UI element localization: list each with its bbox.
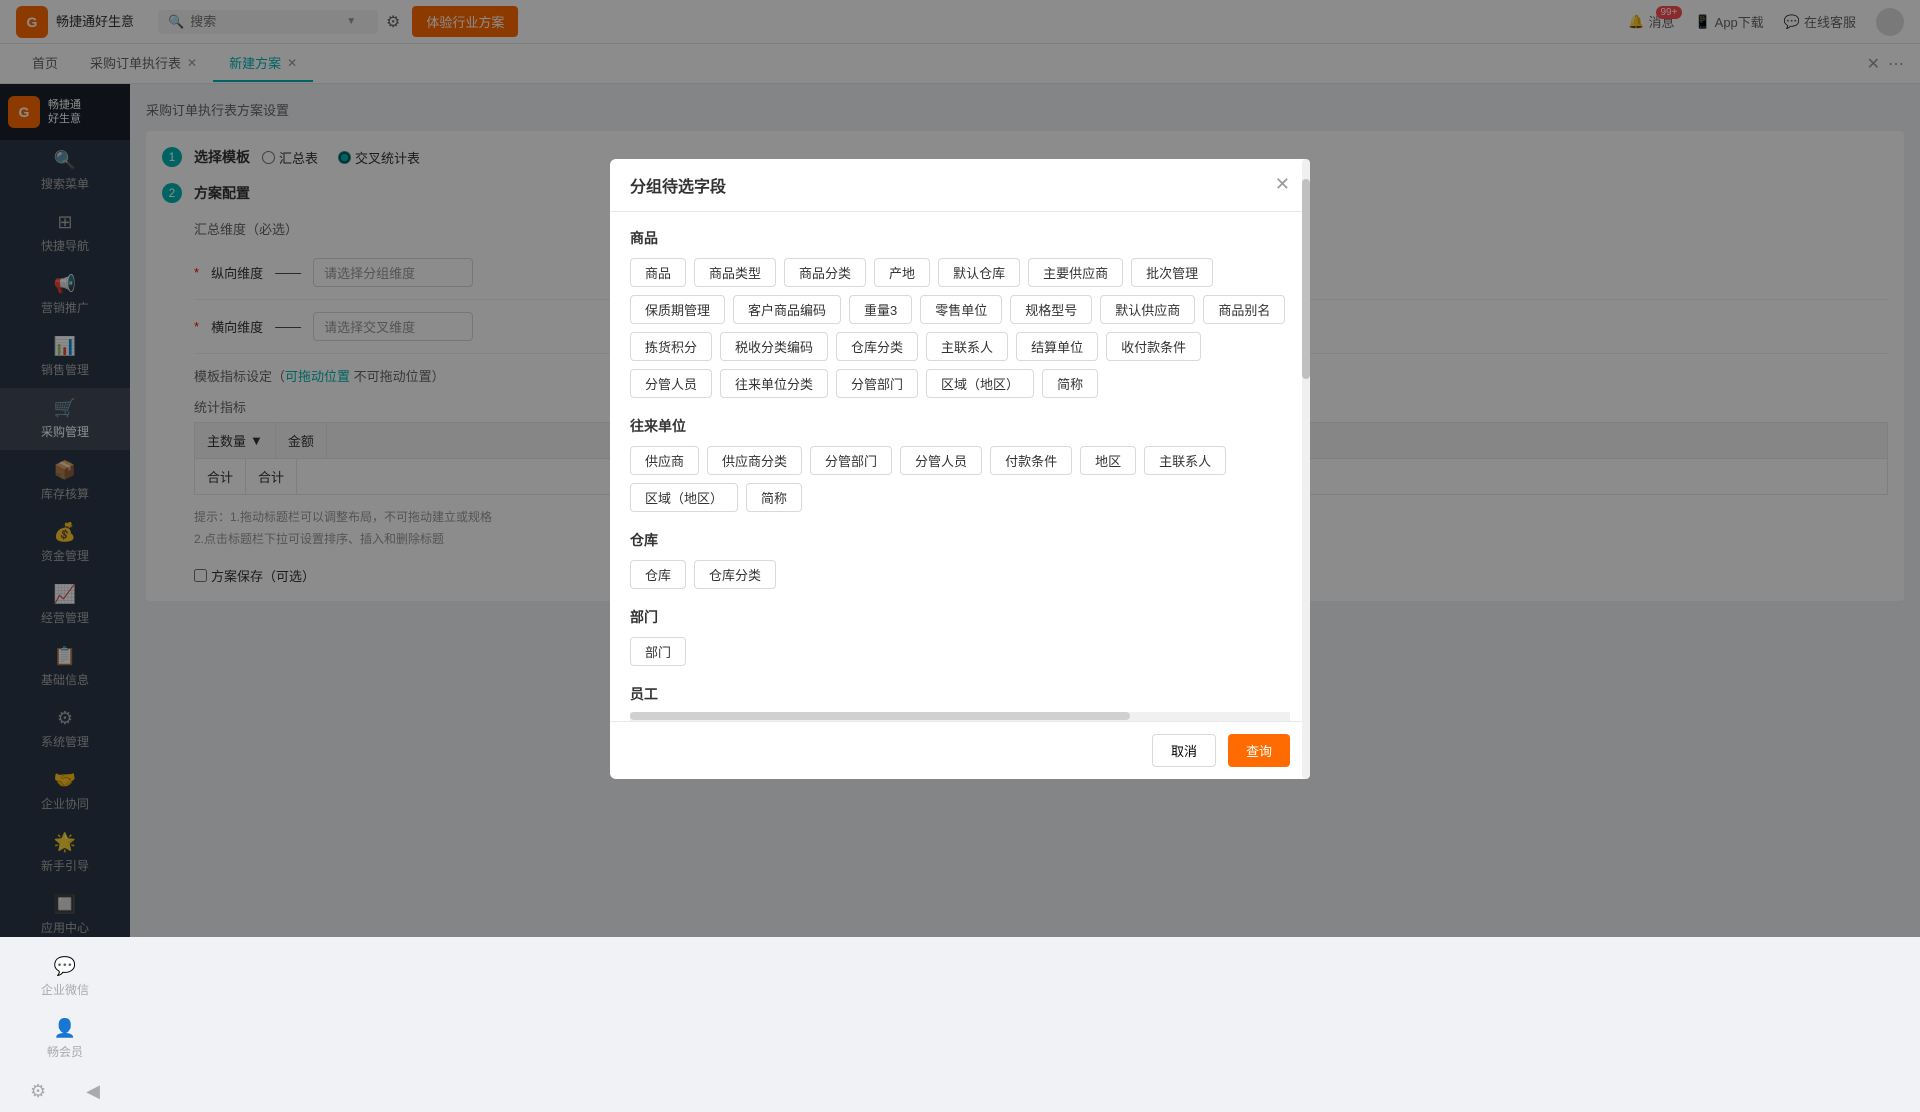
tag-main-supplier[interactable]: 主要供应商 bbox=[1028, 258, 1123, 287]
modal-horizontal-scrollbar-thumb bbox=[630, 712, 1130, 720]
section-dept-title: 部门 bbox=[630, 607, 1290, 627]
tag-tax-code[interactable]: 税收分类编码 bbox=[720, 332, 828, 361]
section-warehouse-tags: 仓库 仓库分类 bbox=[630, 560, 1290, 589]
sidebar-bottom: ⚙ ◀ bbox=[0, 1070, 130, 1112]
section-partner: 往来单位 供应商 供应商分类 分管部门 分管人员 付款条件 地区 主联系人 区域… bbox=[630, 416, 1290, 512]
tag-warehouse-cat[interactable]: 仓库分类 bbox=[694, 560, 776, 589]
tag-payment-condition[interactable]: 付款条件 bbox=[990, 446, 1072, 475]
sidebar-item-wechat-label: 企业微信 bbox=[41, 981, 89, 998]
tag-weight[interactable]: 重量3 bbox=[849, 295, 912, 324]
tag-partner-category[interactable]: 往来单位分类 bbox=[720, 369, 828, 398]
tag-short-name-partner[interactable]: 简称 bbox=[746, 483, 802, 512]
tag-default-warehouse[interactable]: 默认仓库 bbox=[938, 258, 1020, 287]
section-employee: 员工 业务员 bbox=[630, 684, 1290, 712]
modal-close-button[interactable]: ✕ bbox=[1275, 174, 1290, 195]
tag-payment-terms[interactable]: 收付款条件 bbox=[1106, 332, 1201, 361]
tag-goods-category[interactable]: 商品分类 bbox=[784, 258, 866, 287]
tag-pick-points[interactable]: 拣货积分 bbox=[630, 332, 712, 361]
modal-overlay: 分组待选字段 ✕ 商品 商品 商品类型 商品分类 产地 默认仓库 主要供应商 批… bbox=[0, 0, 1920, 937]
modal-header: 分组待选字段 ✕ bbox=[610, 159, 1310, 212]
section-goods: 商品 商品 商品类型 商品分类 产地 默认仓库 主要供应商 批次管理 保质期管理… bbox=[630, 228, 1290, 398]
tag-settlement-unit[interactable]: 结算单位 bbox=[1016, 332, 1098, 361]
sidebar-collapse-icon[interactable]: ◀ bbox=[86, 1081, 100, 1102]
sidebar-item-member-label: 畅会员 bbox=[47, 1043, 83, 1060]
tag-warehouse-category[interactable]: 仓库分类 bbox=[836, 332, 918, 361]
tag-expiry-mgmt[interactable]: 保质期管理 bbox=[630, 295, 725, 324]
modal-horizontal-scrollbar[interactable] bbox=[630, 712, 1290, 721]
tag-origin[interactable]: 产地 bbox=[874, 258, 930, 287]
modal: 分组待选字段 ✕ 商品 商品 商品类型 商品分类 产地 默认仓库 主要供应商 批… bbox=[610, 159, 1310, 779]
tag-region-partner[interactable]: 地区 bbox=[1080, 446, 1136, 475]
sidebar-settings-icon[interactable]: ⚙ bbox=[30, 1081, 46, 1102]
tag-supervisor[interactable]: 分管人员 bbox=[630, 369, 712, 398]
tag-goods-alias[interactable]: 商品别名 bbox=[1203, 295, 1285, 324]
tag-main-contact-partner[interactable]: 主联系人 bbox=[1144, 446, 1226, 475]
wechat-icon: 💬 bbox=[54, 956, 76, 977]
tag-dept-managed[interactable]: 分管部门 bbox=[810, 446, 892, 475]
tag-person-managed[interactable]: 分管人员 bbox=[900, 446, 982, 475]
section-goods-tags: 商品 商品类型 商品分类 产地 默认仓库 主要供应商 批次管理 保质期管理 客户… bbox=[630, 258, 1290, 398]
member-icon: 👤 bbox=[54, 1018, 76, 1039]
sidebar-item-wechat[interactable]: 💬 企业微信 bbox=[0, 946, 130, 1008]
modal-title: 分组待选字段 bbox=[630, 173, 726, 197]
tag-spec-model[interactable]: 规格型号 bbox=[1010, 295, 1092, 324]
section-warehouse: 仓库 仓库 仓库分类 bbox=[630, 530, 1290, 589]
tag-short-name-goods[interactable]: 简称 bbox=[1042, 369, 1098, 398]
tag-dept[interactable]: 部门 bbox=[630, 637, 686, 666]
section-goods-title: 商品 bbox=[630, 228, 1290, 248]
section-partner-title: 往来单位 bbox=[630, 416, 1290, 436]
tag-customer-code[interactable]: 客户商品编码 bbox=[733, 295, 841, 324]
tag-region-goods[interactable]: 区域（地区） bbox=[926, 369, 1034, 398]
modal-footer: 取消 查询 bbox=[610, 721, 1310, 779]
modal-cancel-button[interactable]: 取消 bbox=[1152, 734, 1216, 767]
section-dept: 部门 部门 bbox=[630, 607, 1290, 666]
tag-region-partner2[interactable]: 区域（地区） bbox=[630, 483, 738, 512]
tag-supplier[interactable]: 供应商 bbox=[630, 446, 699, 475]
sidebar-item-member[interactable]: 👤 畅会员 bbox=[0, 1008, 130, 1070]
tag-retail-unit[interactable]: 零售单位 bbox=[920, 295, 1002, 324]
tag-goods[interactable]: 商品 bbox=[630, 258, 686, 287]
section-dept-tags: 部门 bbox=[630, 637, 1290, 666]
section-warehouse-title: 仓库 bbox=[630, 530, 1290, 550]
tag-managed-dept[interactable]: 分管部门 bbox=[836, 369, 918, 398]
tag-main-contact[interactable]: 主联系人 bbox=[926, 332, 1008, 361]
modal-vertical-scrollbar[interactable] bbox=[1302, 159, 1310, 779]
tag-default-supplier[interactable]: 默认供应商 bbox=[1100, 295, 1195, 324]
tag-goods-type[interactable]: 商品类型 bbox=[694, 258, 776, 287]
tag-supplier-category[interactable]: 供应商分类 bbox=[707, 446, 802, 475]
section-partner-tags: 供应商 供应商分类 分管部门 分管人员 付款条件 地区 主联系人 区域（地区） … bbox=[630, 446, 1290, 512]
modal-vertical-scrollbar-thumb bbox=[1302, 179, 1310, 379]
modal-confirm-button[interactable]: 查询 bbox=[1228, 734, 1290, 767]
section-employee-title: 员工 bbox=[630, 684, 1290, 704]
tag-batch-mgmt[interactable]: 批次管理 bbox=[1131, 258, 1213, 287]
modal-body[interactable]: 商品 商品 商品类型 商品分类 产地 默认仓库 主要供应商 批次管理 保质期管理… bbox=[610, 212, 1310, 712]
tag-warehouse[interactable]: 仓库 bbox=[630, 560, 686, 589]
